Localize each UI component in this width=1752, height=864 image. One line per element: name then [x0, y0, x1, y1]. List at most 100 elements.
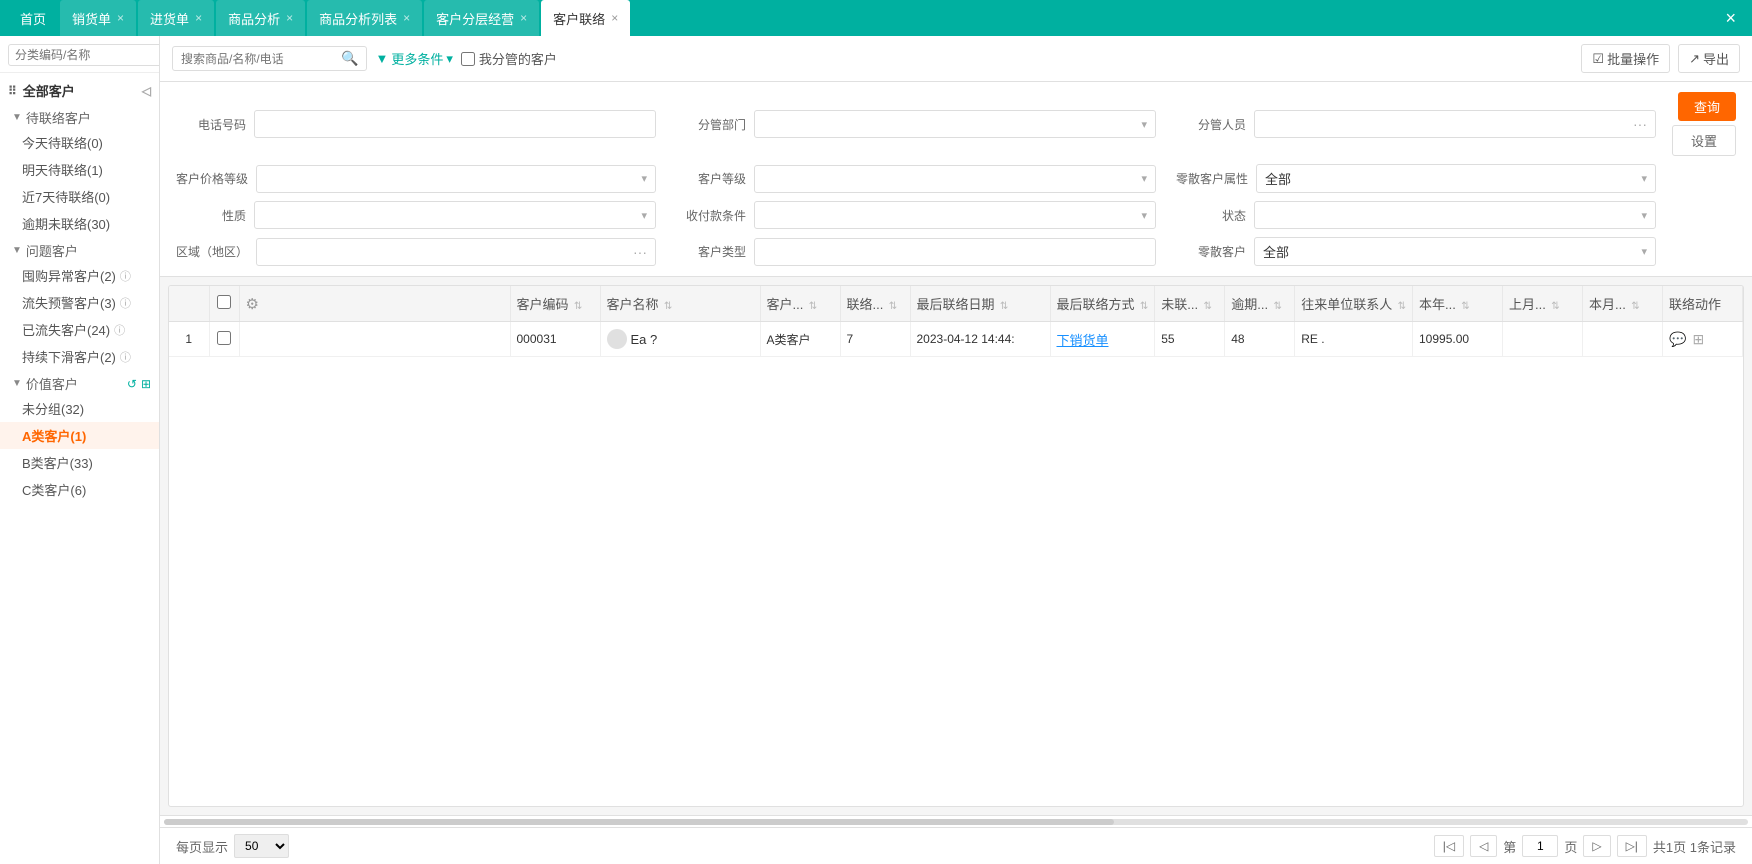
tab-customer-contact[interactable]: 客户联络 ×: [541, 0, 630, 36]
cell-unit-contact: RE .: [1295, 322, 1413, 357]
sidebar-item-7days[interactable]: 近7天待联络(0): [0, 183, 159, 210]
sort-no-contact-icon[interactable]: ⇅: [1203, 301, 1211, 312]
info-icon-3[interactable]: ⓘ: [114, 322, 125, 338]
price-grade-select[interactable]: ▾: [256, 165, 656, 193]
close-tab-purchase[interactable]: ×: [195, 11, 202, 25]
sidebar-item-churn-warning[interactable]: 流失预警客户(3) ⓘ: [0, 289, 159, 316]
tab-home[interactable]: 首页: [8, 0, 58, 36]
th-settings[interactable]: ⚙: [239, 286, 510, 322]
export-button[interactable]: ↗ 导出: [1678, 44, 1740, 73]
last-page-btn[interactable]: ▷|: [1617, 835, 1647, 857]
sort-this-month-icon[interactable]: ⇅: [1631, 301, 1639, 312]
th-this-month: 本月... ⇅: [1583, 286, 1663, 322]
sort-overdue-icon[interactable]: ⇅: [1273, 301, 1281, 312]
sort-code-icon[interactable]: ⇅: [574, 301, 582, 312]
phone-input[interactable]: [254, 110, 656, 138]
sidebar-item-ungrouped[interactable]: 未分组(32): [0, 395, 159, 422]
th-grade: 客户... ⇅: [760, 286, 840, 322]
close-tab-analysis-list[interactable]: ×: [403, 11, 410, 25]
tab-analysis[interactable]: 商品分析 ×: [216, 0, 305, 36]
close-tab-customer-contact[interactable]: ×: [611, 11, 618, 25]
customer-type-input[interactable]: [754, 238, 1156, 266]
query-button[interactable]: 查询: [1678, 92, 1736, 121]
first-page-btn[interactable]: |◁: [1434, 835, 1464, 857]
filter-region: 区域（地区） ···: [176, 238, 656, 266]
sidebar-item-a-class[interactable]: A类客户(1): [0, 422, 159, 449]
sidebar-search-input[interactable]: [8, 44, 160, 66]
info-icon-1[interactable]: ⓘ: [120, 268, 131, 284]
filter-search-icon[interactable]: 🔍: [341, 50, 358, 67]
tab-analysis-list[interactable]: 商品分析列表 ×: [307, 0, 422, 36]
tab-purchase[interactable]: 进货单 ×: [138, 0, 214, 36]
scatter-attr-select[interactable]: 全部 ▾: [1256, 164, 1656, 193]
my-customers-checkbox[interactable]: 我分管的客户: [461, 49, 557, 68]
sidebar-item-declining[interactable]: 持续下滑客户(2) ⓘ: [0, 343, 159, 370]
action-icons-group: 💬 ⊞: [1669, 331, 1736, 348]
tab-customer-segment[interactable]: 客户分层经营 ×: [424, 0, 539, 36]
qr-icon[interactable]: ⊞: [1692, 331, 1704, 348]
payment-select[interactable]: ▾: [754, 201, 1156, 229]
sort-last-date-icon[interactable]: ⇅: [1000, 301, 1008, 312]
region-input[interactable]: ···: [256, 238, 656, 266]
data-table-container: ⚙ 客户编码 ⇅ 客户名称 ⇅ 客户... ⇅: [168, 285, 1744, 807]
sort-last-month-icon[interactable]: ⇅: [1551, 301, 1559, 312]
sidebar-item-overdue[interactable]: 逾期未联络(30): [0, 210, 159, 237]
horizontal-scrollbar[interactable]: [160, 815, 1752, 827]
last-method-link[interactable]: 下销货单: [1057, 333, 1109, 348]
more-filters-btn[interactable]: ▼ 更多条件 ▾: [375, 49, 452, 68]
sidebar-item-abnormal[interactable]: 囤购异常客户(2) ⓘ: [0, 262, 159, 289]
sidebar-item-today[interactable]: 今天待联络(0): [0, 129, 159, 156]
batch-op-button[interactable]: ☑ 批量操作: [1581, 44, 1670, 73]
sidebar-search-area: 🔍: [0, 36, 159, 73]
group-value-customers[interactable]: ▼ 价值客户 ↺ ⊞: [0, 370, 159, 395]
all-customers-header[interactable]: ⠿ 全部客户 ◁: [0, 73, 159, 104]
sidebar-item-c-class[interactable]: C类客户(6): [0, 476, 159, 503]
filter-actions: ☑ 批量操作 ↗ 导出: [1581, 44, 1740, 73]
person-input[interactable]: ···: [1254, 110, 1656, 138]
sort-name-icon[interactable]: ⇅: [664, 301, 672, 312]
value-group-settings-icon[interactable]: ⊞: [141, 377, 151, 391]
sidebar-item-churned[interactable]: 已流失客户(24) ⓘ: [0, 316, 159, 343]
close-tab-customer-segment[interactable]: ×: [520, 11, 527, 25]
nature-select[interactable]: ▾: [254, 201, 656, 229]
sort-this-year-icon[interactable]: ⇅: [1461, 301, 1469, 312]
tab-sales[interactable]: 销货单 ×: [60, 0, 136, 36]
sidebar-item-b-class[interactable]: B类客户(33): [0, 449, 159, 476]
page-number-input[interactable]: [1522, 835, 1558, 857]
column-settings-icon[interactable]: ⚙: [246, 296, 259, 313]
close-all-button[interactable]: ×: [1717, 8, 1744, 29]
next-page-btn[interactable]: ▷: [1583, 835, 1610, 857]
per-page-select[interactable]: 50 100 200: [234, 834, 289, 858]
info-icon-4[interactable]: ⓘ: [120, 349, 131, 365]
sort-contacts-icon[interactable]: ⇅: [889, 301, 897, 312]
sidebar-item-tomorrow[interactable]: 明天待联络(1): [0, 156, 159, 183]
sort-grade-icon[interactable]: ⇅: [809, 301, 817, 312]
sidebar-collapse-btn[interactable]: ◁: [142, 84, 151, 98]
status-select[interactable]: ▾: [1254, 201, 1656, 229]
scatter-customer-select[interactable]: 全部 ▾: [1254, 237, 1656, 266]
value-group-refresh-icon[interactable]: ↺: [127, 377, 137, 391]
sort-last-method-icon[interactable]: ⇅: [1140, 301, 1148, 312]
comment-icon[interactable]: 💬: [1669, 331, 1686, 348]
cell-seq: 1: [169, 322, 209, 357]
sort-unit-contact-icon[interactable]: ⇅: [1398, 301, 1406, 312]
row-checkbox[interactable]: [217, 331, 231, 345]
cell-last-date: 2023-04-12 14:44:: [910, 322, 1050, 357]
group-problem-customers[interactable]: ▼ 问题客户: [0, 237, 159, 262]
name-text[interactable]: Ea ?: [631, 332, 658, 347]
bottom-bar: 每页显示 50 100 200 |◁ ◁ 第 页 ▷ ▷| 共1页 1条记录: [160, 827, 1752, 864]
content-area: 🔍 ▼ 更多条件 ▾ 我分管的客户 ☑ 批量操作 ↗ 导出: [160, 36, 1752, 864]
prev-page-btn[interactable]: ◁: [1470, 835, 1497, 857]
filter-row-3: 性质 ▾ 收付款条件 ▾ 状态 ▾: [176, 201, 1736, 229]
th-checkbox: [209, 286, 239, 322]
close-tab-analysis[interactable]: ×: [286, 11, 293, 25]
my-customers-check-input[interactable]: [461, 52, 475, 66]
customer-grade-select[interactable]: ▾: [754, 165, 1156, 193]
select-all-checkbox[interactable]: [217, 295, 231, 309]
close-tab-sales[interactable]: ×: [117, 11, 124, 25]
filter-search-input[interactable]: [181, 52, 341, 66]
dept-select[interactable]: ▾: [754, 110, 1156, 138]
info-icon-2[interactable]: ⓘ: [120, 295, 131, 311]
group-pending-contact[interactable]: ▼ 待联络客户: [0, 104, 159, 129]
settings-button[interactable]: 设置: [1672, 125, 1736, 156]
